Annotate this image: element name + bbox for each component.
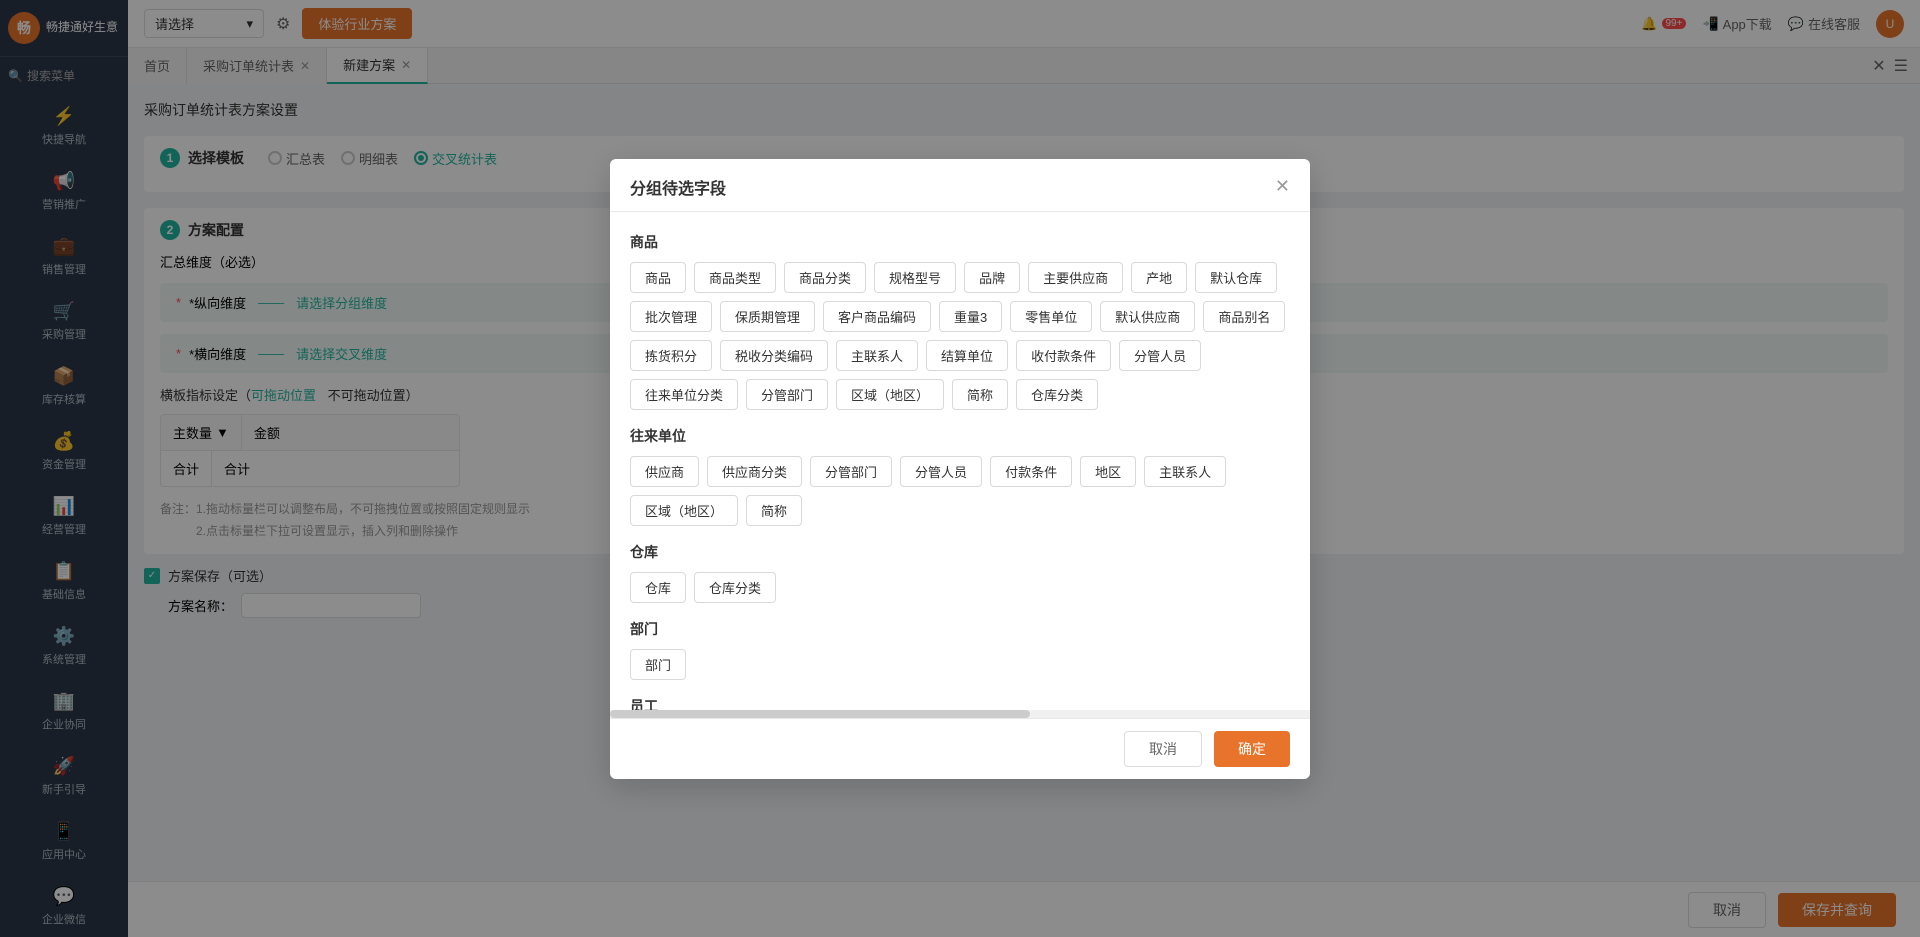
- field-tag[interactable]: 部门: [630, 649, 686, 680]
- field-tag[interactable]: 税收分类编码: [720, 340, 828, 371]
- modal-title: 分组待选字段: [630, 175, 726, 199]
- modal-confirm-btn[interactable]: 确定: [1214, 731, 1290, 767]
- field-tag[interactable]: 往来单位分类: [630, 379, 738, 410]
- field-tag[interactable]: 仓库: [630, 572, 686, 603]
- field-tags-往来单位: 供应商供应商分类分管部门分管人员付款条件地区主联系人区域（地区） 简称: [630, 456, 1290, 526]
- field-tag[interactable]: 零售单位: [1010, 301, 1092, 332]
- field-tag[interactable]: 分管人员: [1119, 340, 1201, 371]
- field-group-title-商品: 商品: [630, 232, 1290, 252]
- field-tag[interactable]: 结算单位: [926, 340, 1008, 371]
- field-tag[interactable]: 地区: [1080, 456, 1136, 487]
- field-tag[interactable]: 区域（地区）: [836, 379, 944, 410]
- field-tag[interactable]: 分管部门: [746, 379, 828, 410]
- modal-cancel-btn[interactable]: 取消: [1124, 731, 1202, 767]
- modal: 分组待选字段 ✕ 商品商品商品类型商品分类规格型号品牌主要供应商产地默认仓库批次…: [610, 159, 1310, 779]
- field-group-title-部门: 部门: [630, 619, 1290, 639]
- field-tags-仓库: 仓库仓库分类: [630, 572, 1290, 603]
- field-tag[interactable]: 默认供应商: [1100, 301, 1195, 332]
- field-tag[interactable]: 产地: [1131, 262, 1187, 293]
- field-tag[interactable]: 商品类型: [694, 262, 776, 293]
- field-tag[interactable]: 付款条件: [990, 456, 1072, 487]
- field-tag[interactable]: 商品: [630, 262, 686, 293]
- field-group-title-仓库: 仓库: [630, 542, 1290, 562]
- field-tag[interactable]: 商品分类: [784, 262, 866, 293]
- modal-horizontal-scrollbar[interactable]: [610, 710, 1310, 718]
- field-tag[interactable]: 仓库分类: [694, 572, 776, 603]
- field-tags-部门: 部门: [630, 649, 1290, 680]
- modal-hscroll-thumb: [610, 710, 1030, 718]
- field-tag[interactable]: 重量3: [939, 301, 1002, 332]
- modal-overlay[interactable]: 分组待选字段 ✕ 商品商品商品类型商品分类规格型号品牌主要供应商产地默认仓库批次…: [0, 0, 1920, 937]
- field-tag[interactable]: 分管部门: [810, 456, 892, 487]
- field-tag[interactable]: 仓库分类: [1016, 379, 1098, 410]
- field-tag[interactable]: 默认仓库: [1195, 262, 1277, 293]
- field-tag[interactable]: 收付款条件: [1016, 340, 1111, 371]
- modal-body: 商品商品商品类型商品分类规格型号品牌主要供应商产地默认仓库批次管理保质期管理客户…: [610, 212, 1310, 710]
- field-tag[interactable]: 客户商品编码: [823, 301, 931, 332]
- field-tag[interactable]: 保质期管理: [720, 301, 815, 332]
- field-tag[interactable]: 区域（地区）: [630, 495, 738, 526]
- modal-close-btn[interactable]: ✕: [1275, 176, 1290, 197]
- field-tag[interactable]: 主联系人: [1144, 456, 1226, 487]
- field-tag[interactable]: 主联系人: [836, 340, 918, 371]
- modal-header: 分组待选字段 ✕: [610, 159, 1310, 212]
- field-tag[interactable]: 简称: [952, 379, 1008, 410]
- field-tag[interactable]: 规格型号: [874, 262, 956, 293]
- modal-footer: 取消 确定: [610, 718, 1310, 779]
- field-tags-商品: 商品商品类型商品分类规格型号品牌主要供应商产地默认仓库批次管理保质期管理客户商品…: [630, 262, 1290, 410]
- field-tag[interactable]: 分管人员: [900, 456, 982, 487]
- field-tag[interactable]: 供应商分类: [707, 456, 802, 487]
- field-tag[interactable]: 批次管理: [630, 301, 712, 332]
- field-tag[interactable]: 供应商: [630, 456, 699, 487]
- field-tag[interactable]: 主要供应商: [1028, 262, 1123, 293]
- field-group-title-员工: 员工: [630, 696, 1290, 710]
- field-tag[interactable]: 拣货积分: [630, 340, 712, 371]
- field-group-title-往来单位: 往来单位: [630, 426, 1290, 446]
- field-tag[interactable]: 简称: [746, 495, 802, 526]
- field-tag[interactable]: 品牌: [964, 262, 1020, 293]
- field-tag[interactable]: 商品别名: [1203, 301, 1285, 332]
